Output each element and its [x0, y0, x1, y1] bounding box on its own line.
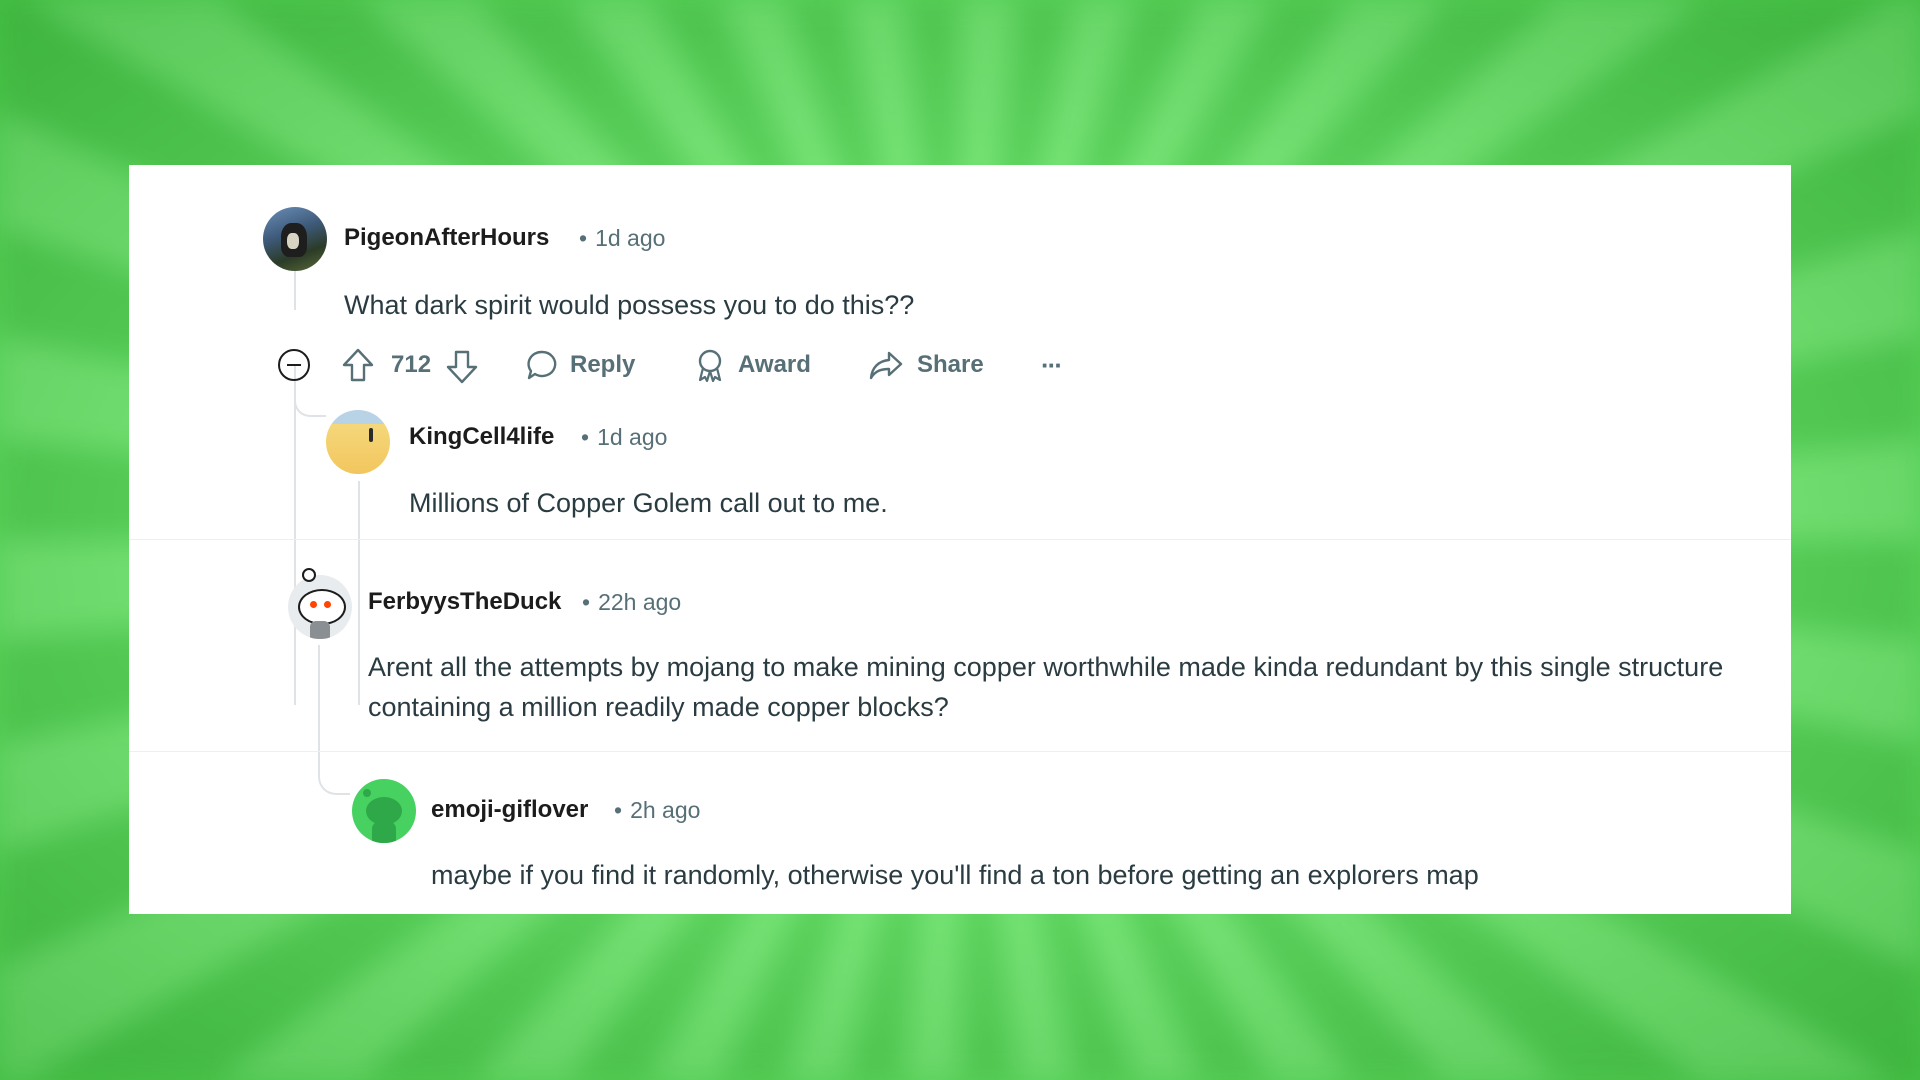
upvote-arrow-icon — [342, 348, 374, 382]
downvote-button[interactable] — [445, 347, 479, 387]
comment-meta: • 1d ago — [571, 223, 665, 253]
separator-dot: • — [614, 797, 623, 823]
comment-meta: • 2h ago — [606, 795, 700, 825]
thread-curve — [294, 395, 326, 417]
avatar[interactable] — [352, 779, 416, 843]
upvote-button[interactable] — [341, 345, 375, 385]
award-ribbon-icon — [698, 349, 722, 382]
thread-line — [294, 365, 296, 705]
more-options-button[interactable]: ··· — [1041, 345, 1063, 385]
comment-text: Millions of Copper Golem call out to me. — [409, 488, 888, 518]
downvote-arrow-icon — [446, 350, 478, 384]
avatar[interactable] — [263, 207, 327, 271]
avatar[interactable] — [326, 410, 390, 474]
share-label: Share — [917, 351, 984, 378]
share-arrow-icon — [869, 351, 903, 380]
vote-score: 712 — [391, 351, 432, 378]
snoo-eye — [310, 601, 317, 608]
comment-text: Arent all the attempts by mojang to make… — [368, 652, 1724, 722]
comment-text: maybe if you find it randomly, otherwise… — [431, 860, 1479, 890]
collapse-minus-icon — [278, 349, 310, 381]
comment-bubble-icon — [527, 350, 557, 380]
comment-text: What dark spirit would possess you to do… — [344, 290, 915, 320]
comment-username[interactable]: FerbyysTheDuck — [368, 587, 561, 617]
comment-meta: • 1d ago — [573, 422, 667, 452]
divider — [129, 539, 1791, 540]
comment-meta: • 22h ago — [574, 587, 681, 617]
comment-time[interactable]: 1d ago — [597, 424, 667, 450]
comment-time[interactable]: 1d ago — [595, 225, 665, 251]
award-label: Award — [738, 351, 811, 378]
reply-button[interactable]: Reply — [526, 345, 635, 385]
avatar[interactable] — [288, 575, 352, 639]
dog-face-patch — [287, 233, 299, 249]
snoo-avatar-icon — [298, 589, 346, 625]
divider — [129, 751, 1791, 752]
thread-curve — [318, 763, 350, 795]
snoo-antenna — [302, 568, 316, 582]
comment-time[interactable]: 2h ago — [630, 797, 700, 823]
comment-thread-card: PigeonAfterHours • 1d ago What dark spiri… — [129, 165, 1791, 914]
desert-avatar-icon — [369, 428, 373, 442]
award-button[interactable]: Award — [694, 345, 811, 385]
snoo-eye — [324, 601, 331, 608]
comment-username[interactable]: emoji-giflover — [431, 795, 588, 825]
thread-line — [318, 645, 320, 775]
separator-dot: • — [579, 225, 588, 251]
comment-time[interactable]: 22h ago — [598, 589, 681, 615]
snoo-body — [310, 621, 330, 639]
separator-dot: • — [582, 589, 591, 615]
share-button[interactable]: Share — [869, 345, 984, 385]
reply-label: Reply — [570, 351, 636, 378]
thread-line — [294, 270, 296, 310]
thread-line — [358, 481, 360, 705]
collapse-button[interactable] — [277, 345, 311, 385]
comment-username[interactable]: KingCell4life — [409, 422, 554, 452]
separator-dot: • — [581, 424, 590, 450]
green-snoo-body — [372, 821, 396, 843]
comment-username[interactable]: PigeonAfterHours — [344, 223, 549, 253]
green-snoo-antenna — [363, 789, 371, 797]
